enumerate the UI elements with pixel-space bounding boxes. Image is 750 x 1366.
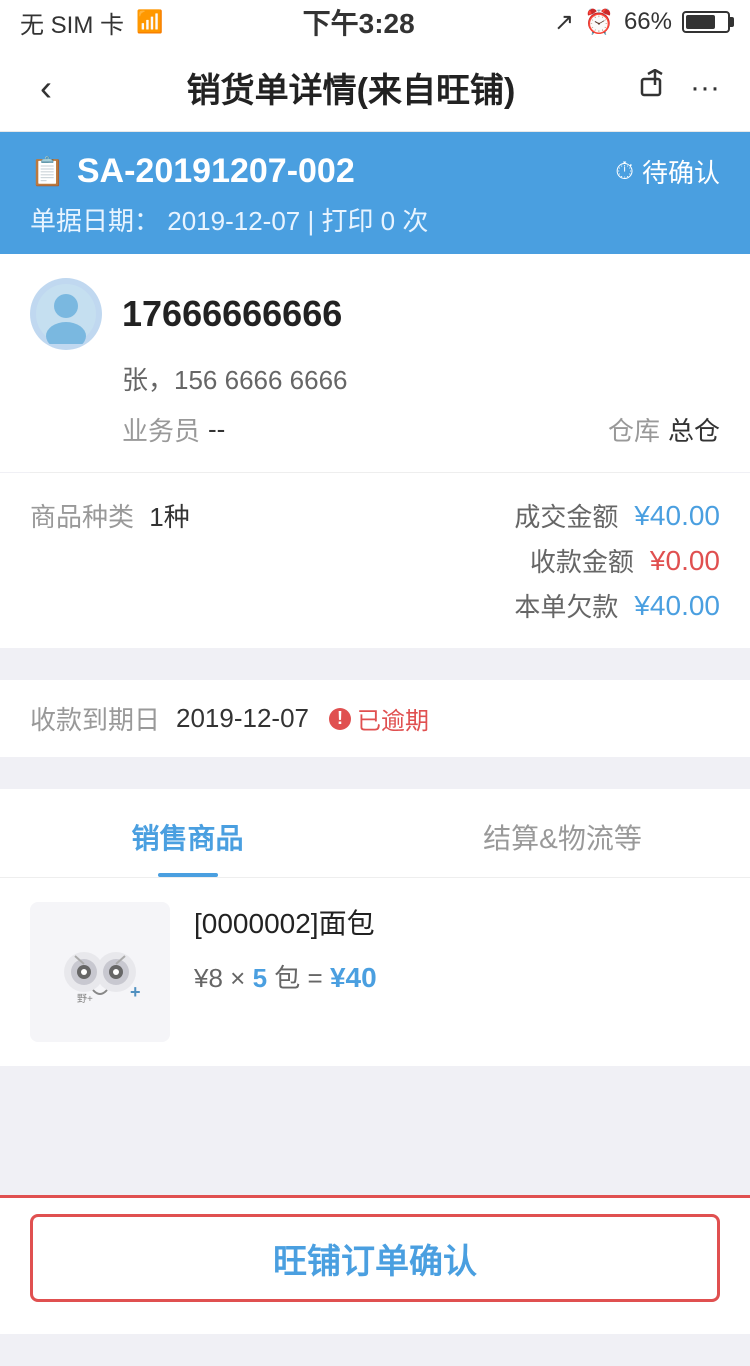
price-qty: 5: [253, 963, 267, 993]
svg-text:+: +: [130, 982, 141, 1002]
price-unit: ¥8: [194, 963, 223, 993]
amount-value: ¥40.00: [634, 500, 720, 532]
battery-icon: [682, 11, 730, 33]
order-id-row: 📋 SA-20191207-002 ⏱ 待确认: [30, 152, 720, 191]
warehouse-label: 仓库: [608, 411, 660, 448]
product-name: [0000002]面包: [194, 902, 720, 942]
summary-row: 商品种类 1种 成交金额 ¥40.00 收款金额 ¥0.00 本单欠款 ¥40.…: [30, 497, 720, 624]
multiply-symbol: ×: [230, 963, 252, 993]
tabs-section: 销售商品 结算&物流等: [0, 789, 750, 878]
price-unit-label: 包: [274, 963, 300, 993]
debt-value: ¥40.00: [634, 590, 720, 622]
svg-text:野+: 野+: [77, 993, 93, 1004]
price-total: ¥40: [330, 962, 377, 993]
received-value: ¥0.00: [650, 545, 720, 577]
location-icon: ↗: [554, 8, 574, 37]
customer-row: 17666666666: [30, 278, 720, 350]
more-button[interactable]: ···: [690, 71, 720, 105]
order-date-row: 单据日期： 2019-12-07 | 打印 0 次: [30, 201, 720, 238]
product-type-value: 1种: [149, 502, 189, 532]
summary-left: 商品种类 1种: [30, 497, 514, 534]
bottom-bar: 旺铺订单确认: [0, 1195, 750, 1334]
summary-section: 商品种类 1种 成交金额 ¥40.00 收款金额 ¥0.00 本单欠款 ¥40.…: [0, 473, 750, 648]
clock-icon: ⏱: [615, 158, 634, 186]
status-right: ↗ ⏰ 66%: [554, 8, 730, 37]
share-button[interactable]: [640, 69, 670, 107]
received-row: 收款金额 ¥0.00: [530, 542, 720, 579]
product-info: [0000002]面包 ¥8 × 5 包 = ¥40: [194, 902, 720, 995]
customer-info: 张，156 6666 6666: [122, 360, 720, 397]
product-section: + 野+ [0000002]面包 ¥8 × 5 包 = ¥40: [0, 878, 750, 1066]
wifi-icon: 📶: [136, 9, 163, 35]
divider-1: [0, 648, 750, 664]
tab-sales[interactable]: 销售商品: [0, 789, 375, 877]
carrier-label: 无 SIM 卡: [20, 5, 124, 40]
battery-percent: 66%: [624, 8, 672, 36]
back-button[interactable]: ‹: [30, 57, 62, 119]
product-price-row: ¥8 × 5 包 = ¥40: [194, 958, 720, 995]
received-label: 收款金额: [530, 542, 634, 579]
summary-right: 成交金额 ¥40.00 收款金额 ¥0.00 本单欠款 ¥40.00: [514, 497, 720, 624]
due-date: 2019-12-07: [176, 703, 309, 734]
avatar: [30, 278, 102, 350]
amount-row: 成交金额 ¥40.00: [514, 497, 720, 534]
due-section: 收款到期日 2019-12-07 ! 已逾期: [0, 680, 750, 757]
product-thumbnail: + 野+: [30, 902, 170, 1042]
nav-bar: ‹ 销货单详情(来自旺铺) ···: [0, 44, 750, 132]
divider-2: [0, 757, 750, 773]
nav-actions: ···: [640, 69, 720, 107]
overdue-label: 已逾期: [357, 701, 429, 736]
customer-details: 17666666666: [122, 293, 342, 335]
customer-phone: 17666666666: [122, 293, 342, 335]
salesperson-value: --: [208, 414, 225, 445]
order-id: 📋 SA-20191207-002: [30, 152, 355, 191]
page-title: 销货单详情(来自旺铺): [187, 63, 516, 112]
order-icon: 📋: [30, 155, 65, 188]
customer-section: 17666666666 张，156 6666 6666 业务员 -- 仓库 总仓: [0, 254, 750, 472]
overdue-dot-icon: !: [329, 708, 351, 730]
status-left: 无 SIM 卡 📶: [20, 5, 163, 40]
warehouse-value: 总仓: [668, 411, 720, 448]
debt-row: 本单欠款 ¥40.00: [514, 587, 720, 624]
product-type-label: 商品种类: [30, 502, 134, 532]
salesperson-label: 业务员: [122, 411, 200, 448]
due-label: 收款到期日: [30, 700, 160, 737]
debt-label: 本单欠款: [514, 587, 618, 624]
status-time: 下午3:28: [303, 2, 415, 42]
equals-symbol: =: [308, 963, 330, 993]
customer-meta: 业务员 -- 仓库 总仓: [122, 411, 720, 448]
alarm-icon: ⏰: [584, 8, 614, 37]
overdue-badge: ! 已逾期: [329, 701, 429, 736]
tab-settlement[interactable]: 结算&物流等: [375, 789, 750, 877]
order-status: ⏱ 待确认: [615, 153, 720, 190]
status-bar: 无 SIM 卡 📶 下午3:28 ↗ ⏰ 66%: [0, 0, 750, 44]
product-row: + 野+ [0000002]面包 ¥8 × 5 包 = ¥40: [30, 902, 720, 1042]
order-banner: 📋 SA-20191207-002 ⏱ 待确认 单据日期： 2019-12-07…: [0, 132, 750, 254]
confirm-button[interactable]: 旺铺订单确认: [30, 1214, 720, 1302]
amount-label: 成交金额: [514, 497, 618, 534]
